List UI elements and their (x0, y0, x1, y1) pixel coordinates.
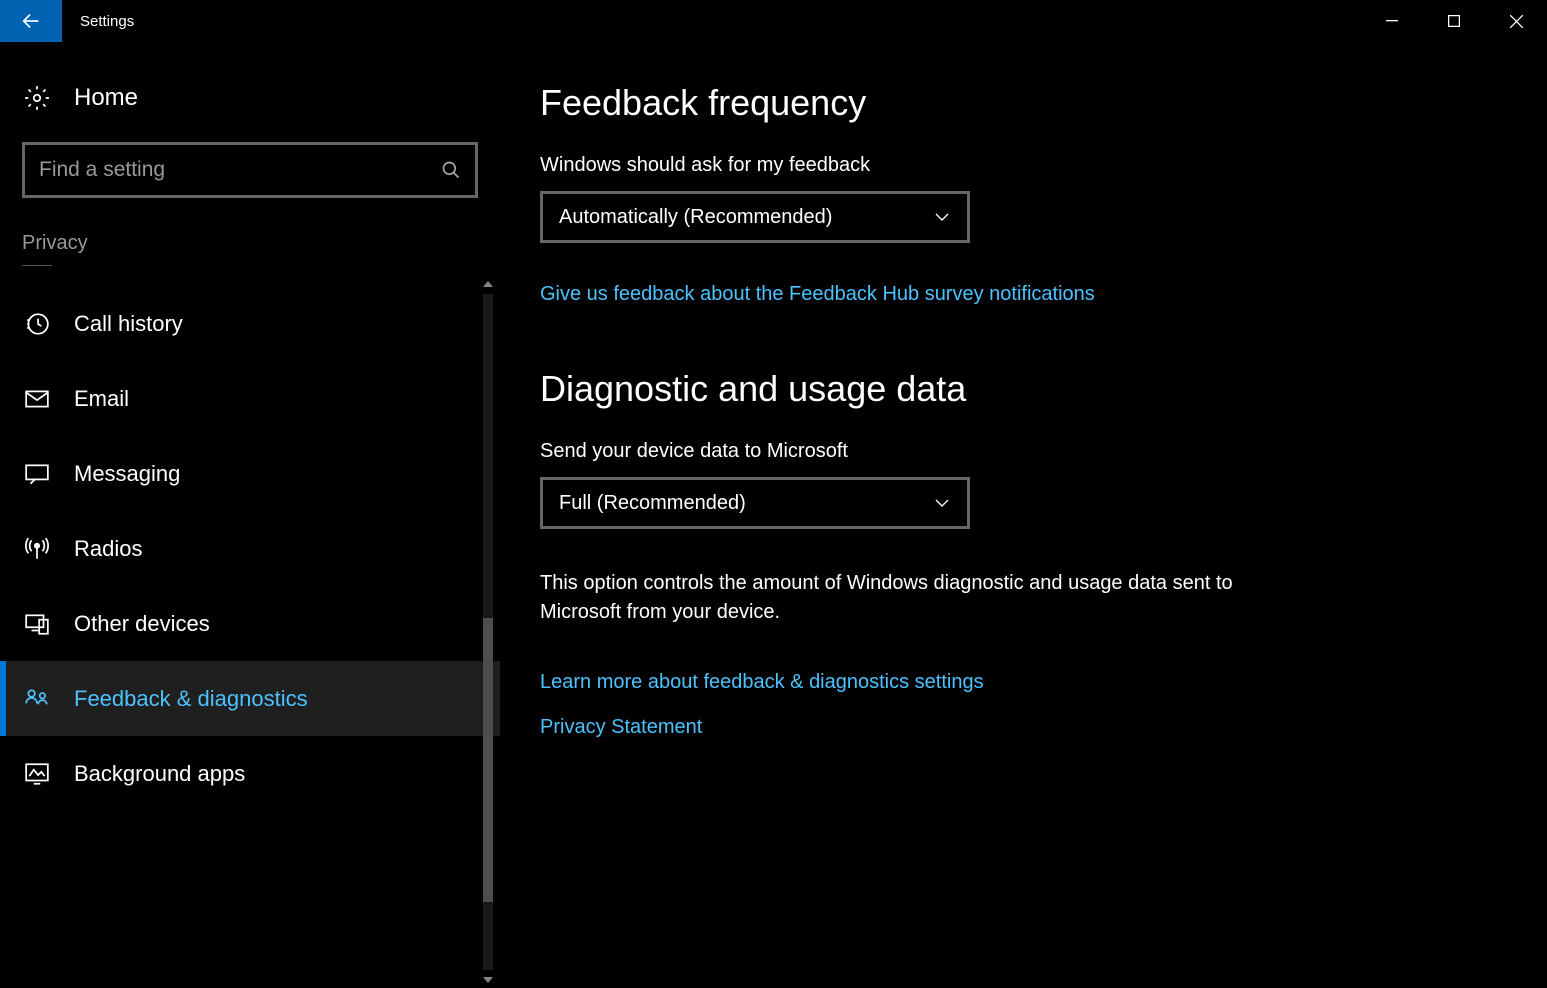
sidebar-item-label: Other devices (74, 611, 210, 637)
diagnostic-data-label: Send your device data to Microsoft (540, 440, 1487, 463)
sidebar-scrollbar[interactable] (480, 276, 496, 988)
sidebar-item-label: Background apps (74, 761, 245, 787)
learn-more-link[interactable]: Learn more about feedback & diagnostics … (540, 671, 984, 694)
privacy-statement-link[interactable]: Privacy Statement (540, 716, 702, 739)
section-heading-diagnostic-data: Diagnostic and usage data (540, 368, 1487, 410)
divider (22, 265, 52, 266)
scroll-up-button[interactable] (480, 276, 496, 292)
feedback-frequency-select[interactable]: Automatically (Recommended) (540, 191, 970, 243)
maximize-icon (1448, 15, 1460, 27)
background-apps-icon (24, 761, 74, 787)
close-button[interactable] (1485, 0, 1547, 42)
chevron-down-icon (933, 494, 951, 512)
sidebar-item-other-devices[interactable]: Other devices (0, 586, 500, 661)
nav-list: Call history Email Messaging (0, 276, 500, 811)
gear-icon (24, 85, 74, 111)
feedback-icon (24, 686, 74, 712)
sidebar-item-feedback-diagnostics[interactable]: Feedback & diagnostics (0, 661, 500, 736)
scroll-track[interactable] (483, 294, 493, 970)
search-box[interactable] (22, 142, 478, 198)
messaging-icon (24, 461, 74, 487)
select-value: Automatically (Recommended) (559, 206, 832, 229)
minimize-icon (1386, 15, 1398, 27)
section-heading-feedback-frequency: Feedback frequency (540, 82, 1487, 124)
radios-icon (24, 536, 74, 562)
search-input[interactable] (39, 158, 441, 182)
feedback-hub-link[interactable]: Give us feedback about the Feedback Hub … (540, 283, 1095, 306)
home-nav[interactable]: Home (0, 72, 500, 124)
home-label: Home (74, 84, 138, 112)
chevron-down-icon (933, 208, 951, 226)
sidebar-item-label: Messaging (74, 461, 180, 487)
sidebar-item-messaging[interactable]: Messaging (0, 436, 500, 511)
history-icon (24, 311, 74, 337)
sidebar-group-label: Privacy (0, 198, 500, 265)
scroll-thumb[interactable] (483, 618, 493, 902)
sidebar-item-label: Feedback & diagnostics (74, 686, 308, 712)
title-bar: Settings (0, 0, 1547, 42)
email-icon (24, 386, 74, 412)
sidebar-item-label: Radios (74, 536, 142, 562)
minimize-button[interactable] (1361, 0, 1423, 42)
sidebar-item-label: Call history (74, 311, 183, 337)
sidebar-item-call-history[interactable]: Call history (0, 286, 500, 361)
devices-icon (24, 611, 74, 637)
feedback-frequency-label: Windows should ask for my feedback (540, 154, 1487, 177)
content-pane: Feedback frequency Windows should ask fo… (500, 42, 1547, 988)
select-value: Full (Recommended) (559, 492, 746, 515)
sidebar-item-label: Email (74, 386, 129, 412)
diagnostic-description: This option controls the amount of Windo… (540, 569, 1240, 627)
back-arrow-icon (20, 10, 42, 32)
sidebar: Home Privacy Call history (0, 42, 500, 988)
chevron-up-icon (483, 281, 493, 287)
close-icon (1510, 15, 1523, 28)
search-icon (441, 160, 461, 180)
window-controls (1361, 0, 1547, 42)
chevron-down-icon (483, 977, 493, 983)
window-title: Settings (62, 0, 1361, 42)
sidebar-item-email[interactable]: Email (0, 361, 500, 436)
sidebar-item-background-apps[interactable]: Background apps (0, 736, 500, 811)
maximize-button[interactable] (1423, 0, 1485, 42)
back-button[interactable] (0, 0, 62, 42)
diagnostic-data-select[interactable]: Full (Recommended) (540, 477, 970, 529)
scroll-down-button[interactable] (480, 972, 496, 988)
sidebar-item-radios[interactable]: Radios (0, 511, 500, 586)
